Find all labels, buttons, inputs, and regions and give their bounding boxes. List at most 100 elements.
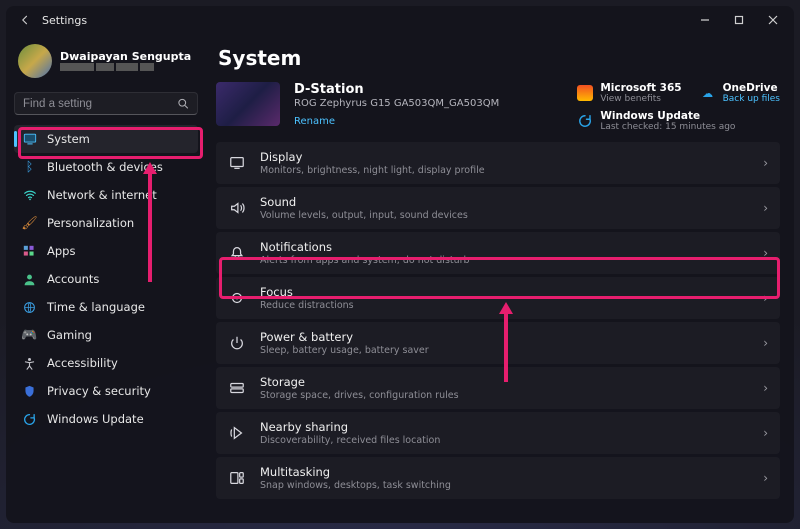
sidebar-item-game[interactable]: 🎮Gaming — [14, 321, 198, 349]
row-text: Power & batterySleep, battery usage, bat… — [260, 330, 749, 356]
display-icon — [228, 154, 246, 172]
row-title: Sound — [260, 195, 749, 209]
nav-list: System ᛒ Bluetooth & devices Network & inte… — [14, 125, 198, 433]
sidebar-item-person[interactable]: Accounts — [14, 265, 198, 293]
row-sub: Discoverability, received files location — [260, 435, 749, 446]
multitasking-icon — [228, 469, 246, 487]
sidebar-item-wifi[interactable]: Network & internet — [14, 181, 198, 209]
maximize-button[interactable] — [722, 6, 756, 34]
wifi-icon — [22, 188, 37, 203]
minimize-button[interactable] — [688, 6, 722, 34]
row-power[interactable]: Power & batterySleep, battery usage, bat… — [216, 322, 780, 364]
row-title: Focus — [260, 285, 749, 299]
user-email-redacted — [60, 63, 191, 71]
sidebar-item-update[interactable]: Windows Update — [14, 405, 198, 433]
sidebar-item-bluetooth[interactable]: ᛒ Bluetooth & devices — [14, 153, 198, 181]
update-icon — [577, 113, 593, 129]
chevron-right-icon: › — [763, 291, 768, 305]
sidebar-item-brush[interactable]: 🖌 Personalization — [14, 209, 198, 237]
sidebar-item-apps[interactable]: Apps — [14, 237, 198, 265]
settings-window: Settings Dwaipayan Sengupta — [6, 6, 794, 523]
close-button[interactable] — [756, 6, 790, 34]
row-sub: Monitors, brightness, night light, displ… — [260, 165, 749, 176]
row-sub: Reduce distractions — [260, 300, 749, 311]
tile-windows-update[interactable]: Windows Update Last checked: 15 minutes … — [577, 110, 780, 132]
page-title: System — [218, 46, 780, 70]
user-name: Dwaipayan Sengupta — [60, 51, 191, 64]
search-icon — [177, 97, 189, 110]
settings-rows: DisplayMonitors, brightness, night light… — [216, 142, 780, 499]
row-title: Multitasking — [260, 465, 749, 479]
row-text: SoundVolume levels, output, input, sound… — [260, 195, 749, 221]
rename-link[interactable]: Rename — [294, 116, 335, 127]
chevron-right-icon: › — [763, 336, 768, 350]
search-input[interactable] — [23, 98, 177, 110]
row-sound[interactable]: SoundVolume levels, output, input, sound… — [216, 187, 780, 229]
onedrive-icon: ☁ — [700, 85, 716, 101]
titlebar: Settings — [6, 6, 794, 34]
device-meta: D-Station ROG Zephyrus G15 GA503QM_GA503… — [294, 82, 563, 128]
device-thumbnail — [216, 82, 280, 126]
brush-icon: 🖌 — [22, 216, 37, 231]
sidebar: Dwaipayan Sengupta System ᛒ Bluetooth & de… — [6, 34, 206, 523]
update-icon — [22, 412, 37, 427]
back-button[interactable] — [14, 9, 36, 31]
sidebar-item-label: Windows Update — [47, 412, 144, 426]
row-sub: Alerts from apps and system, do not dist… — [260, 255, 749, 266]
row-title: Power & battery — [260, 330, 749, 344]
row-display[interactable]: DisplayMonitors, brightness, night light… — [216, 142, 780, 184]
tile-sub: Back up files — [723, 94, 780, 104]
row-focus[interactable]: FocusReduce distractions › — [216, 277, 780, 319]
power-icon — [228, 334, 246, 352]
row-text: FocusReduce distractions — [260, 285, 749, 311]
focus-icon — [228, 289, 246, 307]
quick-tiles: Microsoft 365 View benefits ☁ OneDrive B… — [577, 82, 780, 132]
device-row: D-Station ROG Zephyrus G15 GA503QM_GA503… — [216, 82, 780, 132]
chevron-right-icon: › — [763, 246, 768, 260]
row-notifications[interactable]: NotificationsAlerts from apps and system… — [216, 232, 780, 274]
sidebar-item-label: Bluetooth & devices — [47, 160, 163, 174]
notifications-icon — [228, 244, 246, 262]
sidebar-item-label: Apps — [47, 244, 75, 258]
bluetooth-icon: ᛒ — [22, 160, 37, 175]
search-box[interactable] — [14, 92, 198, 115]
row-text: StorageStorage space, drives, configurat… — [260, 375, 749, 401]
row-text: MultitaskingSnap windows, desktops, task… — [260, 465, 749, 491]
shield-icon — [22, 384, 37, 399]
row-storage[interactable]: StorageStorage space, drives, configurat… — [216, 367, 780, 409]
row-title: Storage — [260, 375, 749, 389]
tile-onedrive[interactable]: ☁ OneDrive Back up files — [700, 82, 780, 104]
sidebar-item-label: Gaming — [47, 328, 92, 342]
chevron-right-icon: › — [763, 156, 768, 170]
system-icon — [22, 132, 37, 147]
tile-sub: View benefits — [600, 94, 681, 104]
globe-icon — [22, 300, 37, 315]
storage-icon — [228, 379, 246, 397]
row-nearby[interactable]: Nearby sharingDiscoverability, received … — [216, 412, 780, 454]
user-block[interactable]: Dwaipayan Sengupta — [14, 40, 198, 88]
row-title: Notifications — [260, 240, 749, 254]
m365-icon — [577, 85, 593, 101]
device-model: ROG Zephyrus G15 GA503QM_GA503QM — [294, 98, 563, 109]
tile-microsoft365[interactable]: Microsoft 365 View benefits — [577, 82, 681, 104]
chevron-right-icon: › — [763, 471, 768, 485]
tile-title: Microsoft 365 — [600, 82, 681, 94]
sidebar-item-system[interactable]: System — [14, 125, 198, 153]
arrow-left-icon — [19, 14, 31, 26]
sidebar-item-accessibility[interactable]: Accessibility — [14, 349, 198, 377]
sidebar-item-label: System — [47, 132, 90, 146]
row-sub: Volume levels, output, input, sound devi… — [260, 210, 749, 221]
nearby-icon — [228, 424, 246, 442]
row-text: Nearby sharingDiscoverability, received … — [260, 420, 749, 446]
sidebar-item-label: Time & language — [47, 300, 145, 314]
avatar — [18, 44, 52, 78]
sidebar-item-label: Network & internet — [47, 188, 157, 202]
chevron-right-icon: › — [763, 426, 768, 440]
person-icon — [22, 272, 37, 287]
row-multitasking[interactable]: MultitaskingSnap windows, desktops, task… — [216, 457, 780, 499]
sidebar-item-shield[interactable]: Privacy & security — [14, 377, 198, 405]
user-meta: Dwaipayan Sengupta — [60, 51, 191, 72]
sidebar-item-label: Personalization — [47, 216, 134, 230]
window-title: Settings — [42, 14, 688, 27]
sidebar-item-globe[interactable]: Time & language — [14, 293, 198, 321]
